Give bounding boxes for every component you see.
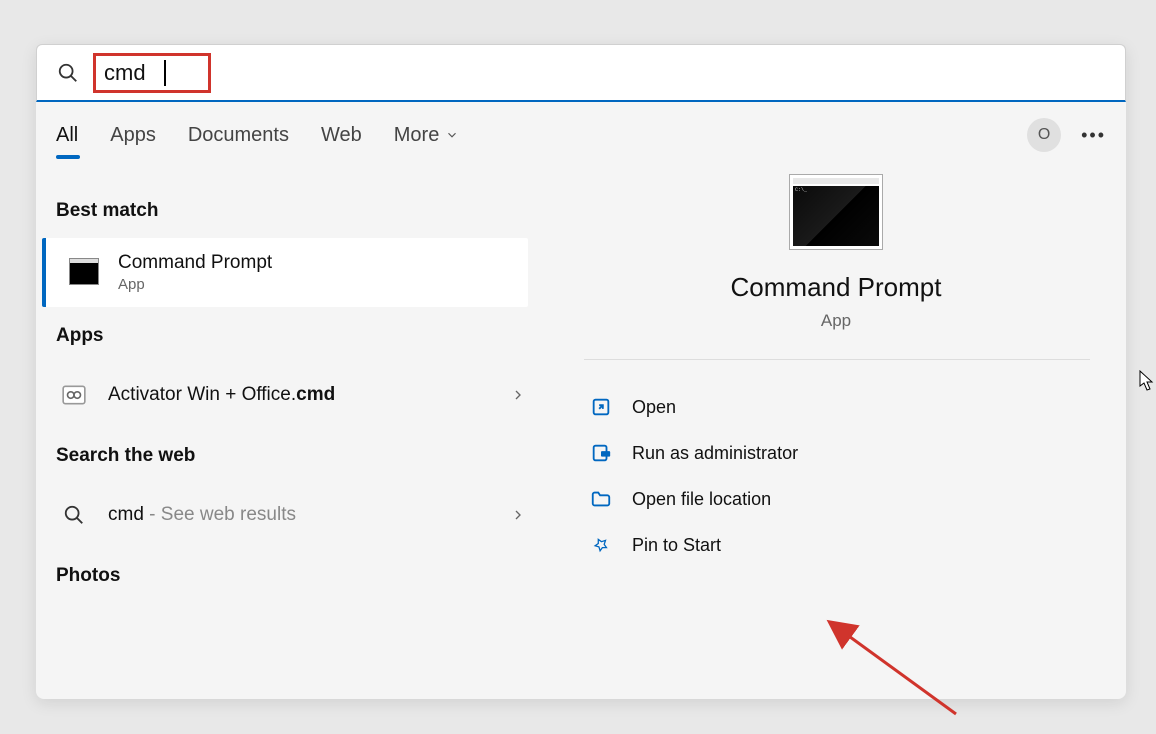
- text-cursor: [164, 60, 166, 86]
- tab-documents[interactable]: Documents: [188, 116, 289, 155]
- result-subtitle: App: [118, 276, 272, 293]
- search-icon: [56, 497, 92, 533]
- section-photos: Photos: [36, 547, 546, 603]
- open-icon: [590, 396, 612, 418]
- chevron-right-icon: [510, 387, 526, 403]
- search-highlight-box: [93, 53, 211, 93]
- section-best-match: Best match: [36, 182, 546, 238]
- more-options-button[interactable]: •••: [1081, 125, 1106, 146]
- cmd-file-icon: [56, 377, 92, 413]
- command-prompt-large-icon: [789, 174, 883, 250]
- search-bar: [36, 44, 1126, 102]
- command-prompt-icon: [66, 255, 102, 291]
- user-avatar[interactable]: O: [1027, 118, 1061, 152]
- tab-all[interactable]: All: [56, 116, 78, 155]
- result-title: Activator Win + Office.cmd: [108, 384, 335, 406]
- action-open-location[interactable]: Open file location: [584, 476, 1090, 522]
- pin-icon: [590, 534, 612, 556]
- preview-title: Command Prompt: [566, 272, 1106, 303]
- section-apps: Apps: [36, 307, 546, 363]
- filter-tabs: All Apps Documents Web More: [56, 116, 459, 155]
- result-title: cmd - See web results: [108, 504, 296, 526]
- filter-row: All Apps Documents Web More O •••: [36, 102, 1126, 168]
- result-command-prompt[interactable]: Command Prompt App: [42, 238, 528, 307]
- result-title: Command Prompt: [118, 252, 272, 274]
- section-search-web: Search the web: [36, 427, 546, 483]
- action-label: Open file location: [632, 489, 771, 510]
- search-icon: [57, 62, 79, 84]
- chevron-right-icon: [510, 507, 526, 523]
- folder-icon: [590, 488, 612, 510]
- chevron-down-icon: [445, 128, 459, 142]
- start-search-panel: All Apps Documents Web More O ••• Best m…: [36, 44, 1126, 699]
- action-label: Open: [632, 397, 676, 418]
- result-activator[interactable]: Activator Win + Office.cmd: [36, 363, 546, 427]
- action-open[interactable]: Open: [584, 384, 1090, 430]
- tab-more-label: More: [394, 124, 440, 147]
- shield-icon: [590, 442, 612, 464]
- search-input[interactable]: [104, 60, 164, 86]
- action-label: Run as administrator: [632, 443, 798, 464]
- preview-subtitle: App: [566, 311, 1106, 331]
- preview-actions: Open Run as administrator Open file loca…: [584, 359, 1090, 568]
- action-pin-start[interactable]: Pin to Start: [584, 522, 1090, 568]
- result-web-cmd[interactable]: cmd - See web results: [36, 483, 546, 547]
- mouse-cursor-icon: [1139, 370, 1155, 392]
- results-content: Best match Command Prompt App Apps: [36, 168, 1126, 699]
- results-left-column: Best match Command Prompt App Apps: [36, 168, 546, 699]
- preview-panel: Command Prompt App Open Run as administr…: [546, 168, 1126, 699]
- tab-apps[interactable]: Apps: [110, 116, 156, 155]
- tab-web[interactable]: Web: [321, 116, 362, 155]
- action-label: Pin to Start: [632, 535, 721, 556]
- tab-more[interactable]: More: [394, 116, 460, 155]
- header-right-controls: O •••: [1027, 118, 1106, 152]
- action-run-admin[interactable]: Run as administrator: [584, 430, 1090, 476]
